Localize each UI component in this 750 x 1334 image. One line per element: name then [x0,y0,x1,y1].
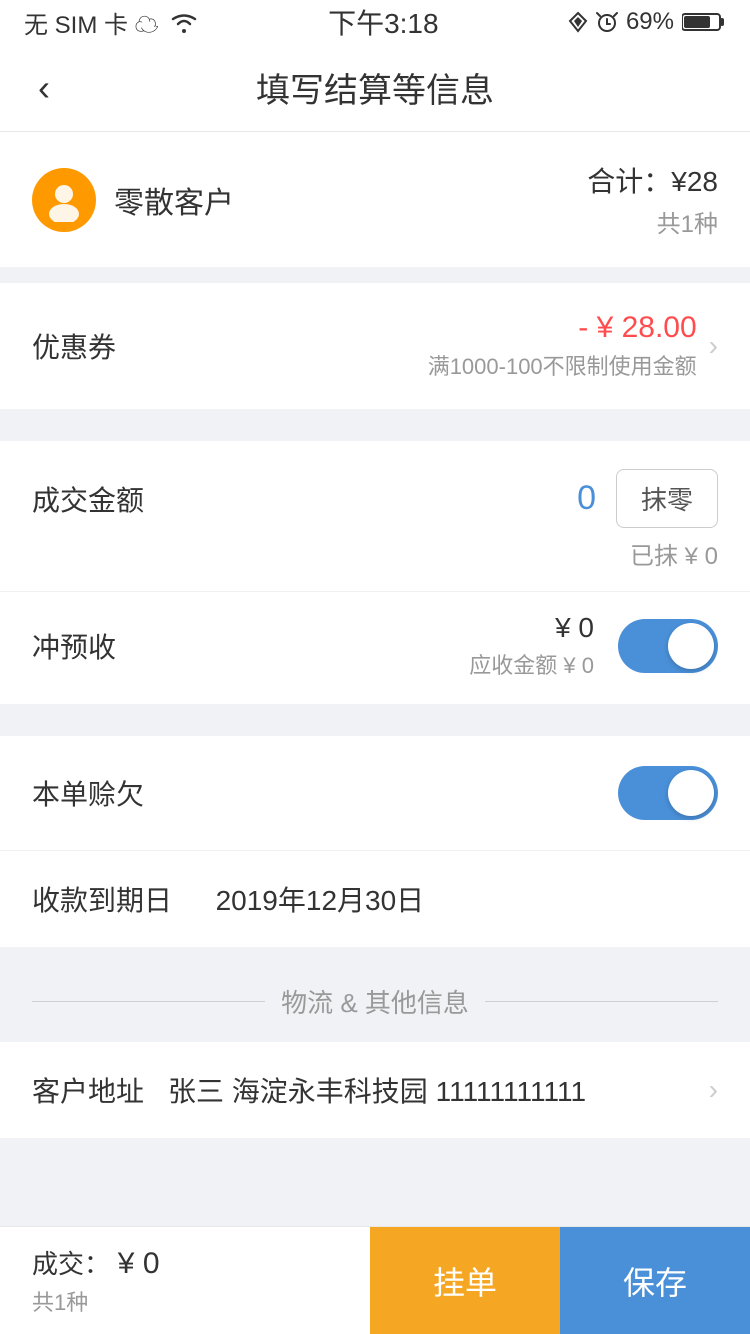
debt-row: 本单赊欠 [0,736,750,850]
prepay-toggle[interactable] [618,619,718,673]
total-count: 共1种 [587,204,718,239]
hold-button[interactable]: 挂单 [370,1227,560,1334]
due-date-text: 收款到期日 2019年12月30日 [32,885,424,916]
status-left: 无 SIM 卡 ☁ [24,5,199,40]
status-right: 69% [568,8,726,36]
due-date-spacer [180,885,208,916]
transaction-right: 0 抹零 [577,469,718,528]
coupon-right: - ¥ 28.00 满1000-100不限制使用金额 › [428,311,718,381]
logistics-label: 物流 & 其他信息 [281,983,469,1020]
coupon-section[interactable]: 优惠券 - ¥ 28.00 满1000-100不限制使用金额 › [0,283,750,409]
battery-label: 69% [626,8,674,36]
customer-right: 合计：¥28 共1种 [587,160,718,239]
total-amount: 合计：¥28 [587,160,718,200]
debt-label: 本单赊欠 [32,773,144,813]
due-date-row: 收款到期日 2019年12月30日 [0,850,750,947]
avatar-icon [42,178,86,222]
avatar [32,168,96,232]
prepay-row: 冲预收 ¥ 0 应收金额 ¥ 0 [0,591,750,704]
wifi-icon [169,11,199,33]
bottom-left: 成交： ¥ 0 共1种 [0,1244,370,1317]
coupon-value-area: - ¥ 28.00 满1000-100不限制使用金额 [428,311,697,381]
customer-section: 零散客户 合计：¥28 共1种 [0,132,750,267]
due-date-label: 收款到期日 [32,885,172,916]
debt-toggle-knob [668,770,714,816]
bottom-count: 共1种 [32,1285,338,1317]
coupon-amount: - ¥ 28.00 [428,311,697,345]
battery-icon [682,11,726,33]
address-row[interactable]: 客户地址 张三 海淀永丰科技园 11111111111 › [0,1042,750,1138]
bottom-deal-amount: ¥ 0 [118,1247,160,1280]
content-area: 零散客户 合计：¥28 共1种 优惠券 - ¥ 28.00 满1000-100不… [0,132,750,1258]
nav-bar: ‹ 填写结算等信息 [0,44,750,132]
customer-left: 零散客户 [32,168,234,232]
transaction-prepay-section: 成交金额 0 抹零 已抹 ¥ 0 冲预收 ¥ 0 应收金额 ¥ 0 [0,441,750,704]
prepay-right: ¥ 0 应收金额 ¥ 0 [469,612,718,680]
transaction-value[interactable]: 0 [577,479,596,518]
page-title: 填写结算等信息 [256,63,494,112]
prepay-label: 冲预收 [32,626,116,666]
already-rounded: 已抹 ¥ 0 [0,536,750,591]
bottom-deal-row: 成交： ¥ 0 [32,1244,338,1281]
logistics-divider: 物流 & 其他信息 [32,983,718,1020]
back-button[interactable]: ‹ [28,57,60,119]
prepay-receivable: 应收金额 ¥ 0 [469,648,594,680]
chevron-right-icon: › [709,330,718,362]
section-divider-2 [0,720,750,736]
alarm-icon [596,11,618,33]
coupon-desc: 满1000-100不限制使用金额 [428,349,697,381]
logistics-section: 物流 & 其他信息 [0,963,750,1040]
address-label: 客户地址 [32,1070,144,1110]
transaction-label: 成交金额 [32,479,144,519]
coupon-label: 优惠券 [32,326,116,366]
customer-name: 零散客户 [114,178,234,222]
status-time: 下午3:18 [328,2,439,42]
sim-label: 无 SIM 卡 ☁ [24,5,159,40]
prepay-amount-area: ¥ 0 应收金额 ¥ 0 [469,612,594,680]
transaction-row: 成交金额 0 抹零 [0,441,750,536]
section-divider-1 [0,425,750,441]
location-icon [568,11,588,33]
round-button[interactable]: 抹零 [616,469,718,528]
prepay-amount: ¥ 0 [469,612,594,644]
status-bar: 无 SIM 卡 ☁ 下午3:18 69% [0,0,750,44]
debt-toggle[interactable] [618,766,718,820]
due-date-value[interactable]: 2019年12月30日 [216,885,425,916]
debt-section: 本单赊欠 收款到期日 2019年12月30日 [0,736,750,947]
address-chevron-icon: › [709,1074,718,1106]
bottom-bar: 成交： ¥ 0 共1种 挂单 保存 [0,1226,750,1334]
bottom-deal-label: 成交： [32,1249,110,1279]
address-value: 张三 海淀永丰科技园 11111111111 [168,1070,705,1110]
toggle-knob [668,623,714,669]
save-button[interactable]: 保存 [560,1227,750,1334]
